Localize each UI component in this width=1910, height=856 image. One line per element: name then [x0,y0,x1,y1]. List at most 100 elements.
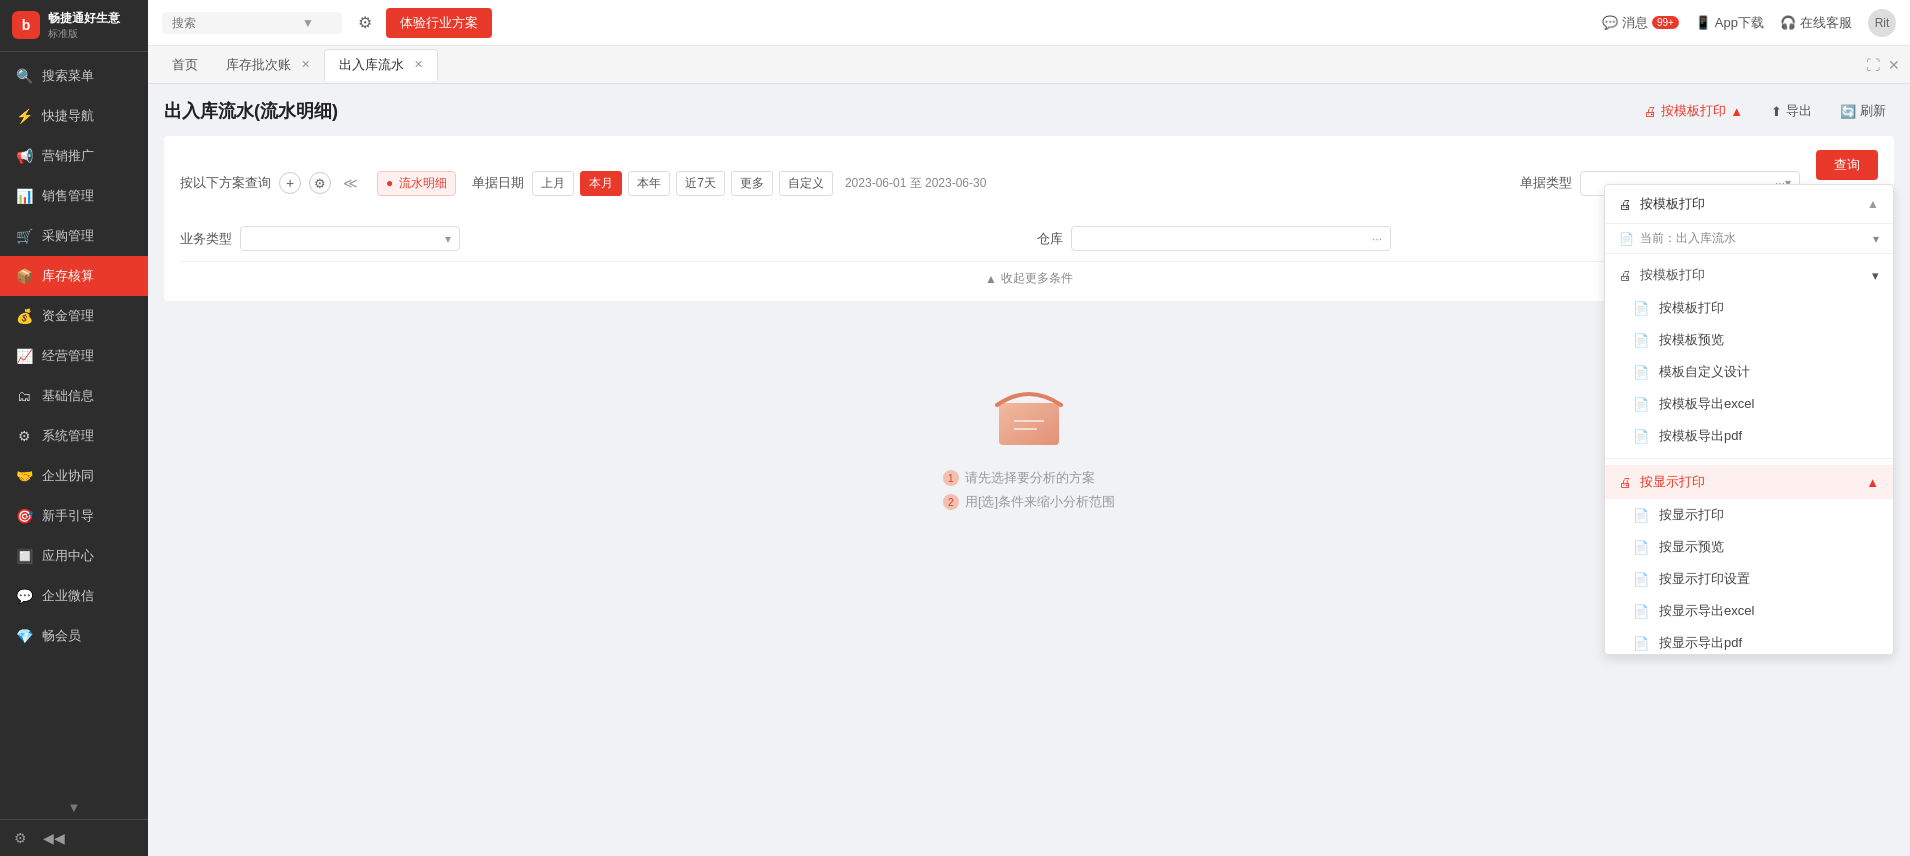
dropdown-chevron-up-icon: ▲ [1867,197,1879,211]
sidebar-item-quick-nav[interactable]: ⚡快捷导航 [0,96,148,136]
app-download-item[interactable]: 📱 App下载 [1695,14,1764,32]
template-section-header[interactable]: 🖨按模板打印▾ [1605,258,1893,292]
current-label: 📄 当前：出入库流水 ▾ [1605,224,1893,254]
display-item-icon: 📄 [1633,572,1649,587]
type-filter-label: 单据类型 [1520,174,1572,192]
dropdown-header[interactable]: 🖨 按模板打印 ▲ [1605,185,1893,224]
warehouse-input[interactable] [1080,231,1372,246]
sidebar-item-purchase[interactable]: 🛒采购管理 [0,216,148,256]
headset-icon: 🎧 [1780,15,1796,30]
display-item-icon: 📄 [1633,604,1649,619]
date-btn-近7天[interactable]: 近7天 [676,171,725,196]
empty-tips: 1请先选择要分析的方案2用[选]条件来缩小分析范围 [943,469,1115,517]
display-item-icon: 📄 [1633,540,1649,555]
date-btn-本月[interactable]: 本月 [580,171,622,196]
inventory-icon: 📦 [14,266,34,286]
template-dropdown-item[interactable]: 📄按模板预览 [1605,324,1893,356]
page-actions: 🖨 按模板打印 ▲ ⬆ 导出 🔄 刷新 [1636,98,1894,124]
date-btn-自定义[interactable]: 自定义 [779,171,833,196]
display-dropdown-item[interactable]: 📄按显示预览 [1605,531,1893,563]
tab-home[interactable]: 首页 [158,49,212,81]
display-section-header[interactable]: 🖨 按显示打印 ▲ [1605,465,1893,499]
divider-1 [1605,458,1893,459]
sidebar-item-app-center[interactable]: 🔲应用中心 [0,536,148,576]
empty-tip-item: 1请先选择要分析的方案 [943,469,1115,487]
display-dropdown-item[interactable]: 📄按显示导出excel [1605,595,1893,627]
date-btn-更多[interactable]: 更多 [731,171,773,196]
sidebar-item-finance[interactable]: 💰资金管理 [0,296,148,336]
online-service-item[interactable]: 🎧 在线客服 [1780,14,1852,32]
user-item[interactable]: Rit [1868,9,1896,37]
header-search[interactable]: ▼ [162,12,342,34]
sidebar-item-marketing[interactable]: 📢营销推广 [0,136,148,176]
filter-settings-button[interactable]: ⚙ [309,172,331,194]
tab-close-batch-account[interactable]: ✕ [301,58,310,71]
date-btn-本年[interactable]: 本年 [628,171,670,196]
guide-icon: 🎯 [14,506,34,526]
sidebar-item-vip[interactable]: 💎畅会员 [0,616,148,656]
date-buttons: 上月本月本年近7天更多自定义 [532,171,833,196]
filter-section-label: 按以下方案查询 [180,174,271,192]
tab-close-inout-flow[interactable]: ✕ [414,58,423,71]
sidebar-item-basic-info[interactable]: 🗂基础信息 [0,376,148,416]
sidebar-nav: 🔍搜索菜单⚡快捷导航📢营销推广📊销售管理🛒采购管理📦库存核算💰资金管理📈经营管理… [0,52,148,796]
page-content: 出入库流水(流水明细) 🖨 按模板打印 ▲ ⬆ 导出 🔄 刷新 [148,84,1910,856]
sidebar-item-system[interactable]: ⚙系统管理 [0,416,148,456]
close-icon[interactable]: ✕ [1888,57,1900,73]
dropdown-scroll: 🖨按模板打印▾📄按模板打印📄按模板预览📄模板自定义设计📄按模板导出excel📄按… [1605,254,1893,654]
tab-inout-flow[interactable]: 出入库流水✕ [324,49,438,81]
date-filter-label: 单据日期 [472,174,524,192]
filter-left: 按以下方案查询 + ⚙ ≪ [180,172,361,194]
sidebar-item-enterprise[interactable]: 🤝企业协同 [0,456,148,496]
sidebar: b 畅捷通好生意 标准版 🔍搜索菜单⚡快捷导航📢营销推广📊销售管理🛒采购管理📦库… [0,0,148,856]
business-type-input[interactable] [249,231,445,246]
tab-label-home: 首页 [172,56,198,74]
display-dropdown-item[interactable]: 📄按显示打印 [1605,499,1893,531]
filter-add-button[interactable]: + [279,172,301,194]
sidebar-item-sales[interactable]: 📊销售管理 [0,176,148,216]
search-dropdown-icon: ▼ [302,16,314,30]
sidebar-item-wechat[interactable]: 💬企业微信 [0,576,148,616]
tip-num-2: 2 [943,494,959,510]
sidebar-item-inventory[interactable]: 📦库存核算 [0,256,148,296]
template-item-icon: 📄 [1633,301,1649,316]
collapse-icon[interactable]: ◀◀ [43,830,65,846]
business-type-field[interactable]: ▾ [240,226,460,251]
top-header: ▼ ⚙ 体验行业方案 💬 消息 99+ 📱 App下载 🎧 在线客服 Rit [148,0,1910,46]
dropdown-header-left: 🖨 按模板打印 [1619,195,1705,213]
message-item[interactable]: 💬 消息 99+ [1602,14,1679,32]
wechat-icon: 💬 [14,586,34,606]
trial-button[interactable]: 体验行业方案 [386,8,492,38]
filter-active-tag[interactable]: ● 流水明细 [377,171,456,196]
message-badge: 99+ [1652,16,1679,29]
filter-collapse-button[interactable]: ≪ [339,172,361,194]
sidebar-scroll-down[interactable]: ▼ [0,796,148,819]
settings-icon[interactable]: ⚙ [14,830,27,846]
refresh-btn[interactable]: 🔄 刷新 [1832,98,1894,124]
template-chevron-icon: ▾ [1872,268,1879,283]
sidebar-item-operations[interactable]: 📈经营管理 [0,336,148,376]
export-btn[interactable]: ⬆ 导出 [1763,98,1820,124]
tab-batch-account[interactable]: 库存批次账✕ [212,49,324,81]
date-btn-上月[interactable]: 上月 [532,171,574,196]
print-template-btn[interactable]: 🖨 按模板打印 ▲ [1636,98,1751,124]
maximize-icon[interactable]: ⛶ [1866,57,1880,73]
sidebar-item-search-menu[interactable]: 🔍搜索菜单 [0,56,148,96]
search-input[interactable] [172,16,302,30]
sidebar-logo: b 畅捷通好生意 标准版 [0,0,148,52]
business-type-label: 业务类型 [180,230,232,248]
header-right: 💬 消息 99+ 📱 App下载 🎧 在线客服 Rit [1602,9,1896,37]
template-dropdown-item[interactable]: 📄模板自定义设计 [1605,356,1893,388]
collapse-button[interactable]: ▲ 收起更多条件 [985,270,1073,287]
display-dropdown-item[interactable]: 📄按显示打印设置 [1605,563,1893,595]
template-dropdown-item[interactable]: 📄按模板打印 [1605,292,1893,324]
sidebar-item-guide[interactable]: 🎯新手引导 [0,496,148,536]
gear-icon[interactable]: ⚙ [358,13,372,32]
marketing-icon: 📢 [14,146,34,166]
query-button[interactable]: 查询 [1816,150,1878,180]
template-dropdown-item[interactable]: 📄按模板导出pdf [1605,420,1893,452]
display-dropdown-item[interactable]: 📄按显示导出pdf [1605,627,1893,654]
logo-icon: b [12,11,40,39]
template-dropdown-item[interactable]: 📄按模板导出excel [1605,388,1893,420]
warehouse-field[interactable]: ··· [1071,226,1391,251]
